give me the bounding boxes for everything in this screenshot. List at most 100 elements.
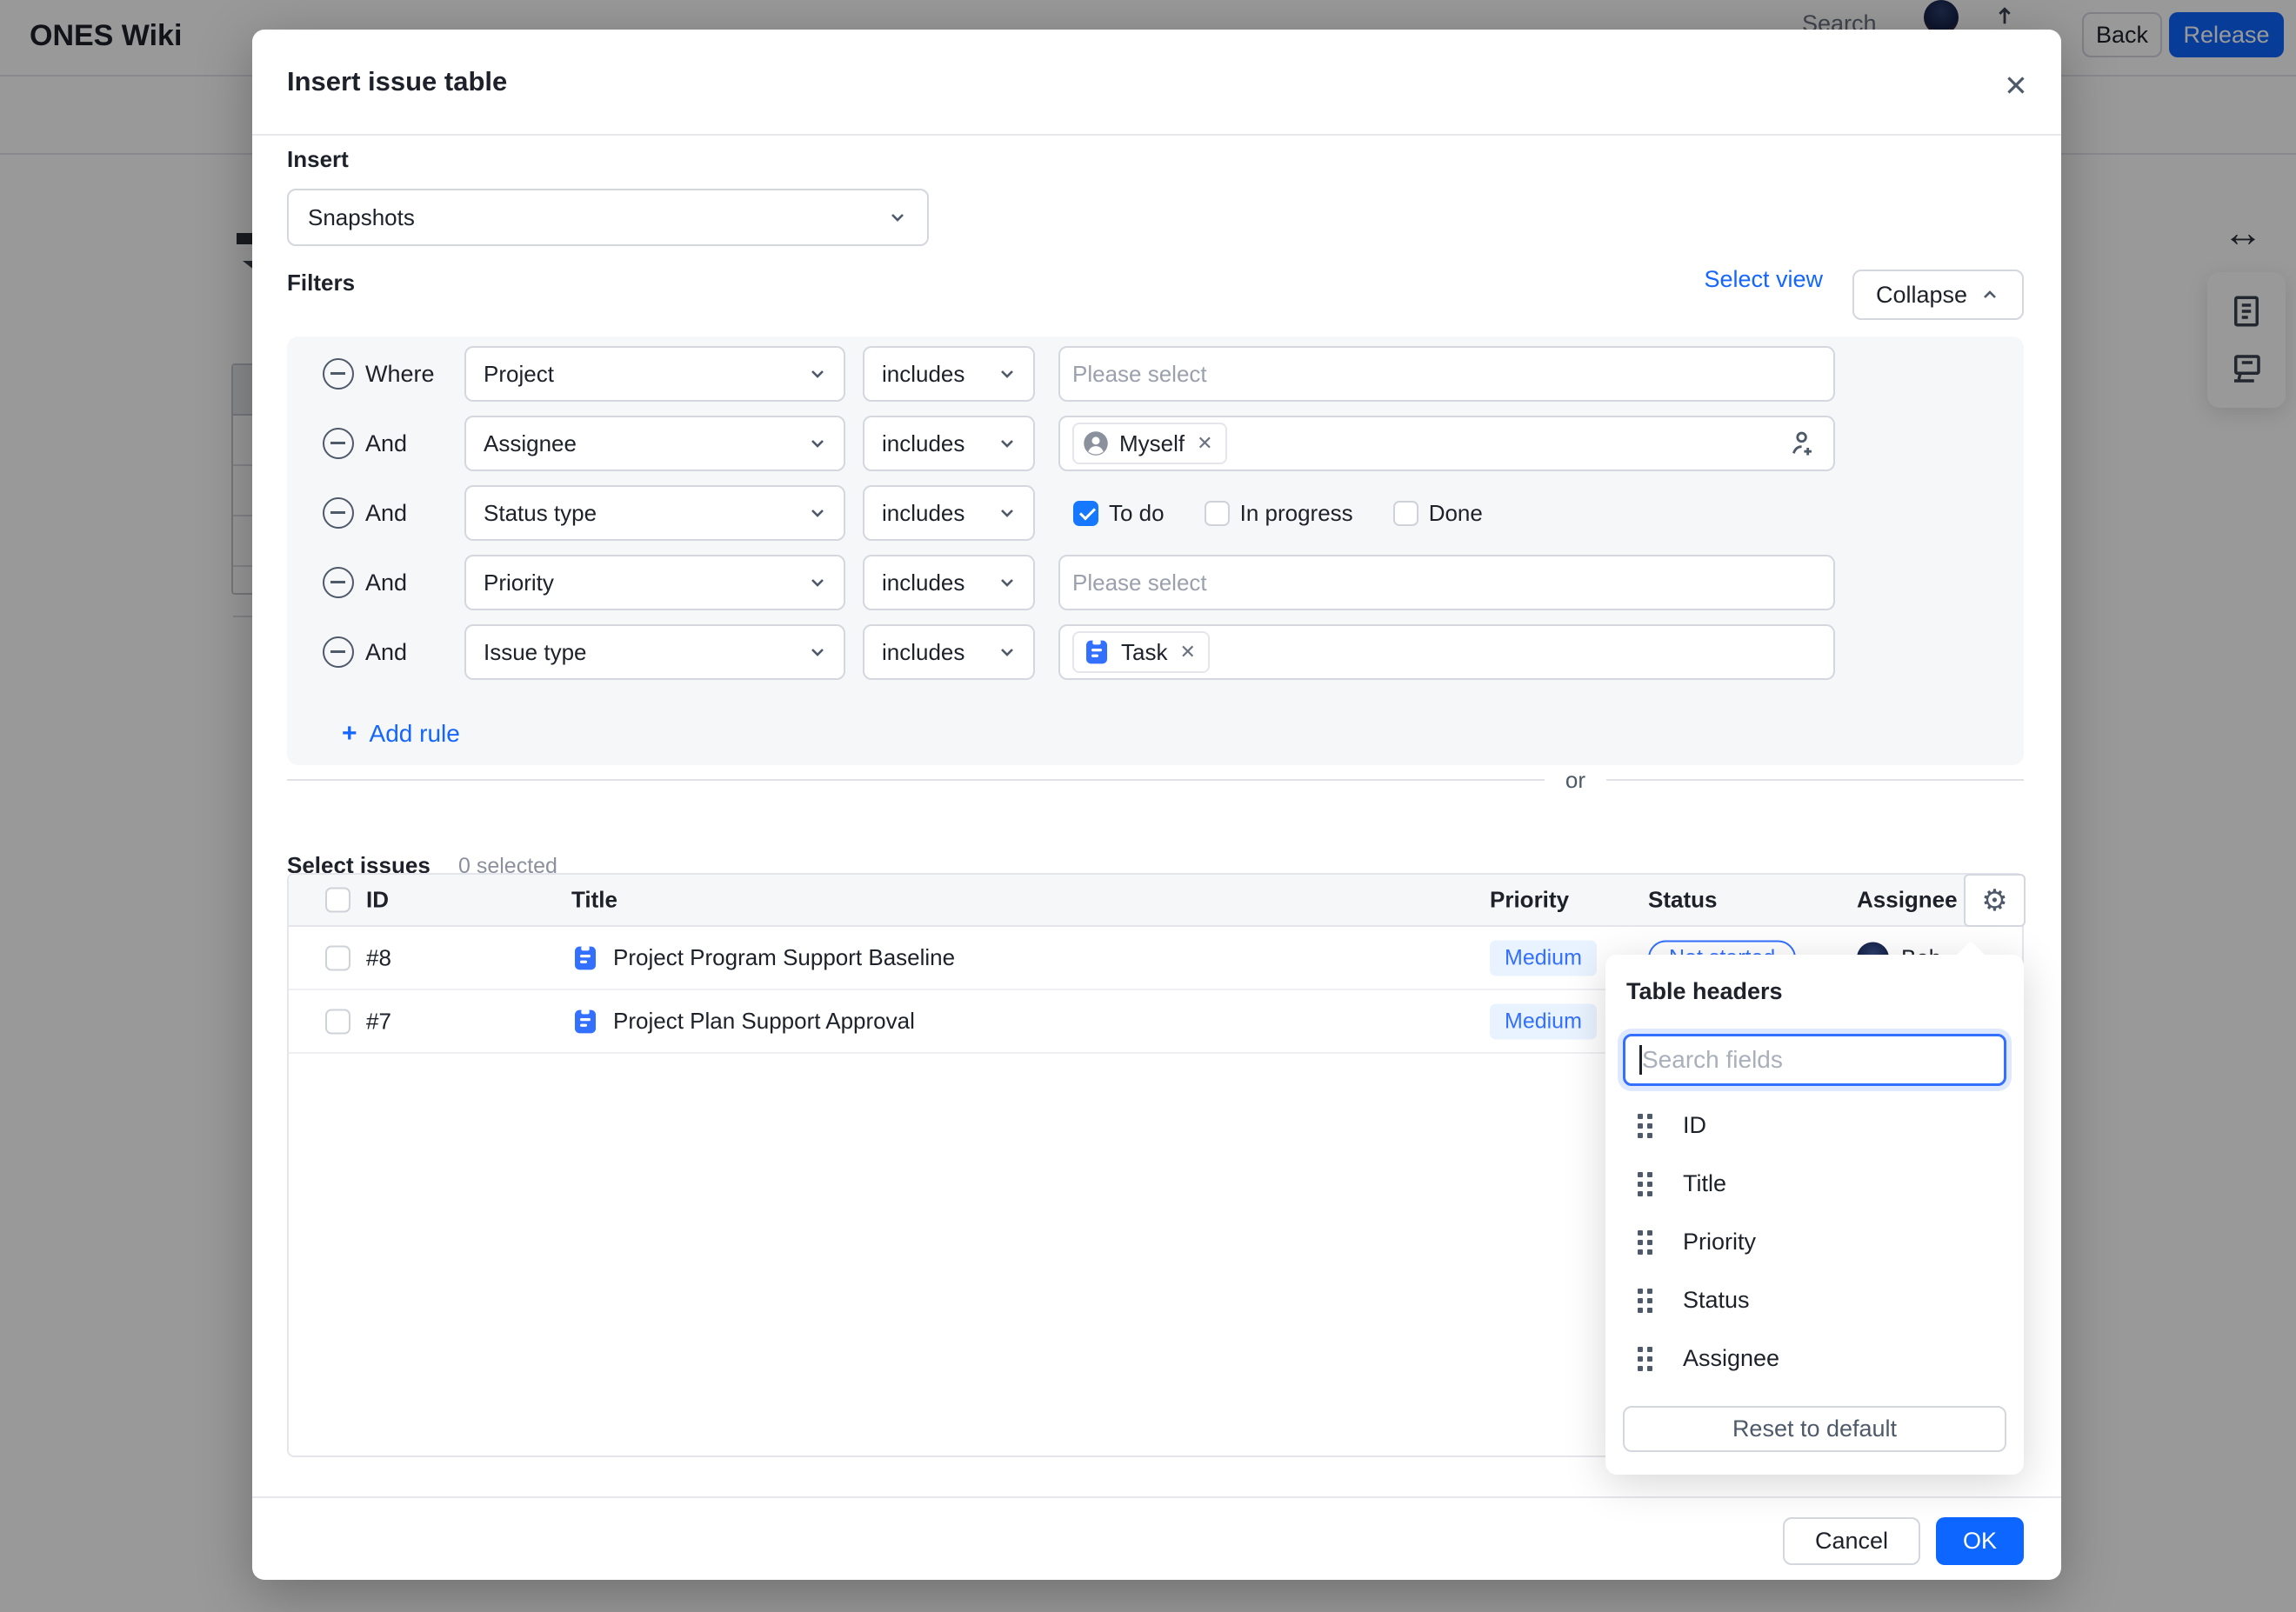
chevron-down-icon <box>1001 440 1013 448</box>
remove-rule-icon[interactable] <box>323 428 354 459</box>
popup-title: Table headers <box>1626 978 1783 1004</box>
rule-field-select[interactable]: Status type <box>464 485 845 541</box>
checkbox-unchecked[interactable] <box>1392 500 1418 526</box>
drag-handle-icon[interactable] <box>1638 1288 1652 1313</box>
field-item-title[interactable]: Title <box>1605 1155 2024 1213</box>
drag-handle-icon[interactable] <box>1638 1229 1652 1255</box>
filter-rule-assignee: And Assignee includes Myself ✕ <box>308 416 2024 471</box>
cancel-button[interactable]: Cancel <box>1783 1517 1920 1565</box>
rule-field-select[interactable]: Issue type <box>464 624 845 680</box>
checkbox-label: Done <box>1428 499 1483 526</box>
search-fields-input[interactable] <box>1642 1046 1990 1074</box>
field-item-assignee[interactable]: Assignee <box>1605 1329 2024 1388</box>
screen: ONES Wiki Search Back Release ↔ Insert i… <box>0 0 2296 1612</box>
rule-value-input[interactable] <box>1072 569 1818 596</box>
drag-handle-icon[interactable] <box>1638 1113 1652 1138</box>
ok-button[interactable]: OK <box>1936 1517 2024 1565</box>
checkbox-done[interactable]: Done <box>1392 499 1483 527</box>
rule-operator-select[interactable]: includes <box>863 346 1035 402</box>
column-header-id: ID <box>366 886 389 913</box>
rule-field-select[interactable]: Project <box>464 346 845 402</box>
dialog-header: Insert issue table ✕ <box>252 30 2061 136</box>
person-icon <box>1084 431 1108 456</box>
chevron-down-icon <box>811 370 824 378</box>
row-title: Project Program Support Baseline <box>613 944 956 970</box>
row-checkbox[interactable] <box>325 1009 350 1034</box>
insert-section-label: Insert <box>287 146 349 172</box>
filter-rule-project: Where Project includes <box>308 346 2024 402</box>
row-checkbox[interactable] <box>325 945 350 970</box>
rule-conjunction: And <box>365 499 408 526</box>
field-label: Priority <box>1683 1229 1757 1255</box>
chevron-down-icon <box>891 214 904 222</box>
table-header-row: ID Title Priority Status Assignee ⚙ <box>289 874 2026 927</box>
field-item-status[interactable]: Status <box>1605 1271 2024 1329</box>
checkbox-label: To do <box>1109 499 1165 526</box>
chip-remove-icon[interactable]: ✕ <box>1179 641 1195 663</box>
rule-value-input[interactable] <box>1072 360 1818 388</box>
column-header-assignee: Assignee <box>1857 886 1958 913</box>
rule-field-value: Issue type <box>484 638 587 665</box>
task-icon <box>1086 640 1107 664</box>
issue-type-chip[interactable]: Task ✕ <box>1072 631 1210 673</box>
chevron-down-icon <box>811 510 824 517</box>
add-rule-label: Add rule <box>369 720 460 747</box>
remove-rule-icon[interactable] <box>323 567 354 598</box>
field-label: ID <box>1683 1112 1706 1138</box>
remove-rule-icon[interactable] <box>323 497 354 529</box>
chevron-down-icon <box>1001 370 1013 378</box>
row-title-cell: Project Program Support Baseline <box>571 944 955 972</box>
field-label: Title <box>1683 1170 1727 1196</box>
filter-rules-panel: Where Project includes And Assignee <box>287 336 2024 765</box>
remove-rule-icon[interactable] <box>323 636 354 668</box>
rule-field-select[interactable]: Assignee <box>464 416 845 471</box>
task-icon <box>575 945 596 969</box>
insert-type-select[interactable]: Snapshots <box>287 189 929 246</box>
rule-operator-select[interactable]: includes <box>863 485 1035 541</box>
table-headers-popup: Table headers ID Title Priority Status <box>1605 941 2024 1475</box>
checkbox-todo[interactable]: To do <box>1073 500 1165 527</box>
rule-operator-select[interactable]: includes <box>863 624 1035 680</box>
checkbox-in-progress[interactable]: In progress <box>1204 500 1353 527</box>
collapse-label: Collapse <box>1875 281 1968 308</box>
dialog-footer: Cancel OK <box>252 1496 2061 1580</box>
gear-icon: ⚙ <box>1981 883 2008 917</box>
rule-conjunction: And <box>365 430 408 456</box>
table-settings-button[interactable]: ⚙ <box>1964 874 2026 927</box>
priority-badge: Medium <box>1490 1003 1597 1039</box>
close-icon[interactable]: ✕ <box>1997 66 2035 104</box>
chip-label: Myself <box>1119 430 1185 456</box>
rule-field-select[interactable]: Priority <box>464 555 845 610</box>
chevron-down-icon <box>811 440 824 448</box>
assignee-chip[interactable]: Myself ✕ <box>1072 423 1227 464</box>
rule-value-input-wrap <box>1058 346 1835 402</box>
field-item-priority[interactable]: Priority <box>1605 1213 2024 1271</box>
chip-remove-icon[interactable]: ✕ <box>1197 432 1212 455</box>
row-title: Project Plan Support Approval <box>613 1008 915 1034</box>
collapse-button[interactable]: Collapse <box>1852 270 2024 320</box>
field-item-id[interactable]: ID <box>1605 1096 2024 1155</box>
plus-icon: + <box>342 719 357 748</box>
field-label: Assignee <box>1683 1345 1780 1371</box>
or-divider: or <box>287 767 2024 793</box>
remove-rule-icon[interactable] <box>323 358 354 390</box>
rule-operator-value: includes <box>882 499 965 526</box>
checkbox-unchecked[interactable] <box>1204 500 1230 526</box>
checkbox-checked[interactable] <box>1073 500 1098 526</box>
rule-operator-select[interactable]: includes <box>863 416 1035 471</box>
rule-conjunction: Where <box>365 360 435 387</box>
select-view-link[interactable]: Select view <box>1692 266 1823 293</box>
drag-handle-icon[interactable] <box>1638 1171 1652 1196</box>
rule-conjunction: And <box>365 638 408 665</box>
reset-to-default-button[interactable]: Reset to default <box>1623 1406 2006 1452</box>
column-header-status: Status <box>1648 886 1718 913</box>
rule-field-value: Status type <box>484 499 597 526</box>
column-header-title: Title <box>571 886 617 913</box>
rule-operator-select[interactable]: includes <box>863 555 1035 610</box>
add-person-icon[interactable] <box>1788 429 1818 458</box>
add-rule-link[interactable]: + Add rule <box>342 719 460 749</box>
chevron-down-icon <box>1001 649 1013 656</box>
column-header-priority: Priority <box>1490 886 1570 913</box>
drag-handle-icon[interactable] <box>1638 1346 1652 1371</box>
select-all-checkbox[interactable] <box>325 887 350 913</box>
